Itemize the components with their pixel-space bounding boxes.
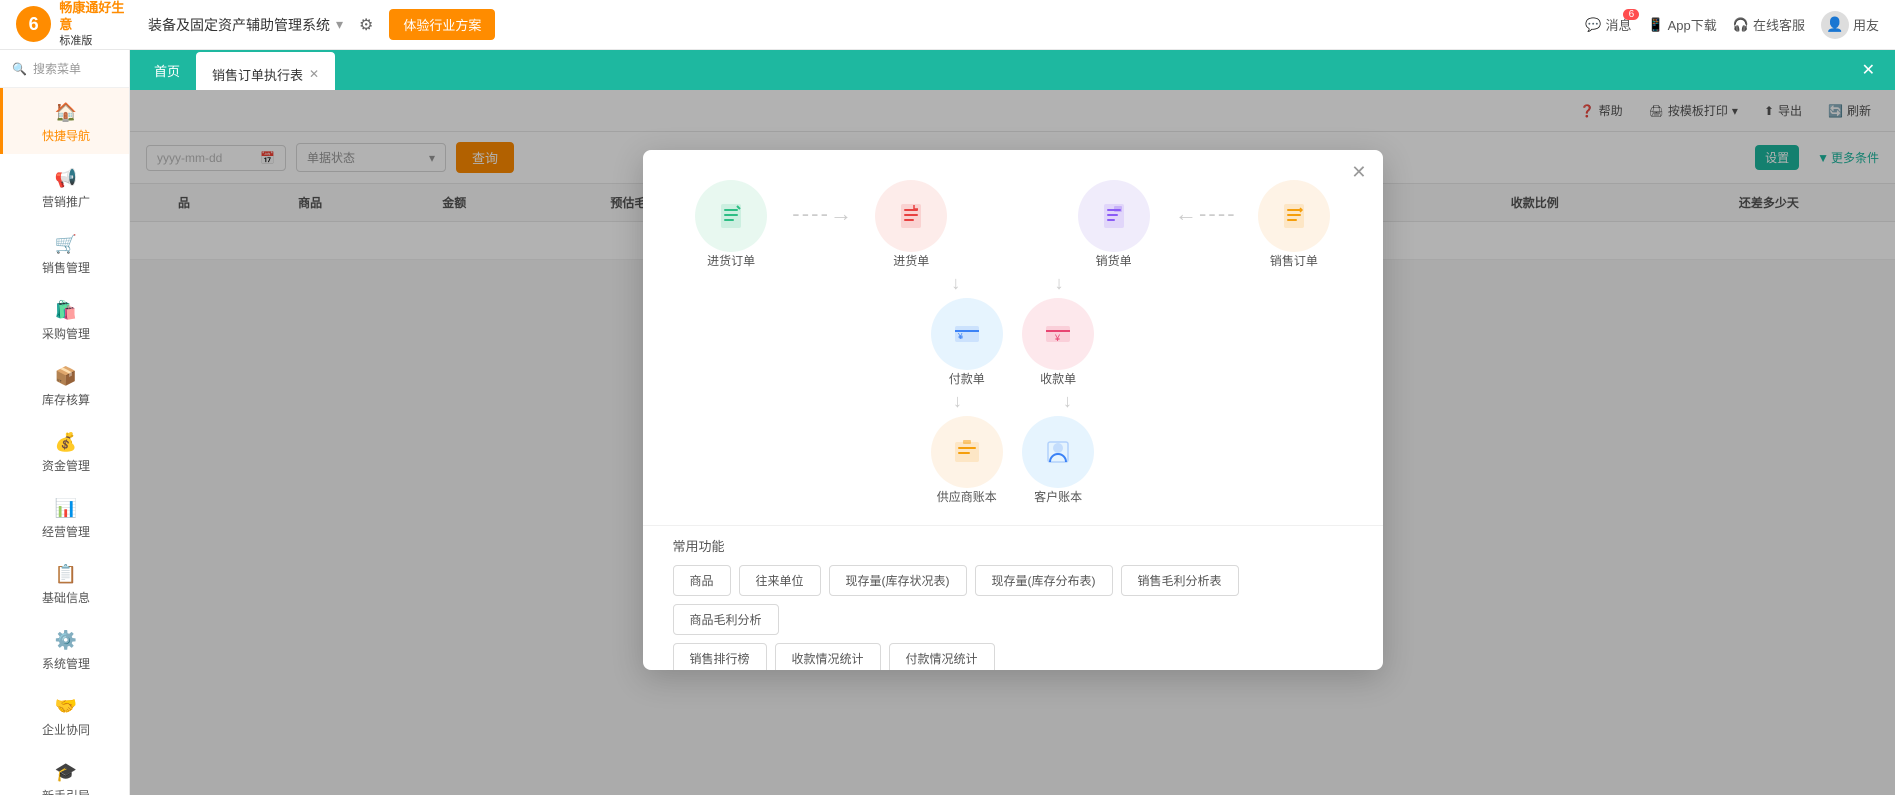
system-icon: ⚙️ bbox=[55, 630, 77, 651]
message-button[interactable]: 💬 消息 6 bbox=[1585, 15, 1631, 34]
svg-text:¥: ¥ bbox=[1054, 333, 1061, 343]
func-btn-collection-stats[interactable]: 收款情况统计 bbox=[775, 643, 881, 670]
logo-text: 畅康通好生意 标准版 bbox=[59, 0, 136, 48]
receipt-bill-icon: ¥ bbox=[1022, 298, 1094, 370]
headset-icon: 🎧 bbox=[1733, 17, 1749, 33]
func-buttons-row2: 销售排行榜 收款情况统计 付款情况统计 bbox=[673, 643, 1353, 670]
trial-button[interactable]: 体验行业方案 bbox=[389, 9, 495, 40]
home-icon: 🏠 bbox=[55, 102, 77, 123]
top-bar: 6 畅康通好生意 标准版 装备及固定资产辅助管理系统 ▾ ⚙ 体验行业方案 💬 … bbox=[0, 0, 1895, 50]
main-layout: 🔍 搜索菜单 🏠 快捷导航 📢 营销推广 🛒 销售管理 🛍️ 采购管理 📦 bbox=[0, 50, 1895, 795]
modal-overlay[interactable]: ✕ 进货订单 bbox=[130, 90, 1895, 795]
basic-info-icon: 📋 bbox=[55, 564, 77, 585]
common-functions-area: 常用功能 商品 往来单位 现存量(库存状况表) 现存量(库存分布表) 销售毛利分… bbox=[643, 525, 1383, 670]
sidebar: 🔍 搜索菜单 🏠 快捷导航 📢 营销推广 🛒 销售管理 🛍️ 采购管理 📦 bbox=[0, 50, 130, 795]
purchase-bill-icon bbox=[875, 180, 947, 252]
close-window-icon[interactable]: ✕ bbox=[1850, 60, 1887, 80]
sidebar-item-quick-nav[interactable]: 🏠 快捷导航 bbox=[0, 88, 129, 154]
message-icon: 💬 bbox=[1585, 17, 1601, 33]
tab-close-icon[interactable]: ✕ bbox=[309, 67, 319, 81]
sales-icon: 🛒 bbox=[55, 234, 77, 255]
finance-icon: 💰 bbox=[55, 432, 77, 453]
phone-icon: 📱 bbox=[1647, 17, 1663, 33]
content-area: 首页 销售订单执行表 ✕ ✕ ❓ 帮助 🖨 按模板打印 ▾ bbox=[130, 50, 1895, 795]
newbie-icon: 🎓 bbox=[55, 762, 77, 783]
payment-bill-icon: ¥ bbox=[931, 298, 1003, 370]
sidebar-item-purchase[interactable]: 🛍️ 采购管理 bbox=[0, 286, 129, 352]
sidebar-item-newbie[interactable]: 🎓 新手引导 bbox=[0, 748, 129, 795]
sidebar-item-marketing[interactable]: 📢 营销推广 bbox=[0, 154, 129, 220]
flow-node-receipt-bill[interactable]: ¥ 收款单 bbox=[1022, 298, 1094, 387]
avatar: 👤 bbox=[1821, 11, 1849, 39]
purchase-icon: 🛍️ bbox=[55, 300, 77, 321]
common-funcs-title: 常用功能 bbox=[673, 536, 1353, 555]
marketing-icon: 📢 bbox=[55, 168, 77, 189]
sales-order-icon bbox=[1258, 180, 1330, 252]
supplier-account-icon bbox=[931, 416, 1003, 488]
app-download-button[interactable]: 📱 App下载 bbox=[1647, 15, 1716, 34]
user-menu[interactable]: 👤 用友 bbox=[1821, 11, 1879, 39]
sidebar-item-system[interactable]: ⚙️ 系统管理 bbox=[0, 616, 129, 682]
flow-node-sales-bill[interactable]: 销货单 bbox=[1078, 180, 1150, 269]
purchase-order-icon bbox=[695, 180, 767, 252]
modal-close-icon[interactable]: ✕ bbox=[1351, 162, 1366, 183]
sidebar-item-sales[interactable]: 🛒 销售管理 bbox=[0, 220, 129, 286]
func-btn-sales-ranking[interactable]: 销售排行榜 bbox=[673, 643, 767, 670]
online-service-button[interactable]: 🎧 在线客服 bbox=[1733, 15, 1805, 34]
tab-sales-order-exec[interactable]: 销售订单执行表 ✕ bbox=[196, 52, 335, 92]
page-content: ❓ 帮助 🖨 按模板打印 ▾ ⬆ 导出 🔄 刷新 bbox=[130, 90, 1895, 795]
flow-node-sales-order[interactable]: 销售订单 bbox=[1258, 180, 1330, 269]
sidebar-item-finance[interactable]: 💰 资金管理 bbox=[0, 418, 129, 484]
flow-area: 进货订单 - - - - → 进货单 bbox=[643, 150, 1383, 525]
flow-node-purchase-bill[interactable]: 进货单 bbox=[875, 180, 947, 269]
enterprise-icon: 🤝 bbox=[55, 696, 77, 717]
func-btn-sales-margin[interactable]: 销售毛利分析表 bbox=[1121, 565, 1239, 596]
logo-icon: 6 bbox=[16, 6, 51, 42]
top-right-area: 💬 消息 6 📱 App下载 🎧 在线客服 👤 用友 bbox=[1585, 11, 1879, 39]
func-btn-product[interactable]: 商品 bbox=[673, 565, 731, 596]
settings-gear-icon[interactable]: ⚙ bbox=[355, 11, 377, 39]
sidebar-item-inventory[interactable]: 📦 库存核算 bbox=[0, 352, 129, 418]
tab-bar: 首页 销售订单执行表 ✕ ✕ bbox=[130, 50, 1895, 90]
flow-node-payment-bill[interactable]: ¥ 付款单 bbox=[931, 298, 1003, 387]
dropdown-icon[interactable]: ▾ bbox=[336, 16, 343, 33]
func-buttons-row1: 商品 往来单位 现存量(库存状况表) 现存量(库存分布表) 销售毛利分析表 商品… bbox=[673, 565, 1353, 635]
func-btn-product-margin[interactable]: 商品毛利分析 bbox=[673, 604, 779, 635]
customer-account-icon bbox=[1022, 416, 1094, 488]
svg-text:¥: ¥ bbox=[957, 332, 963, 341]
search-icon: 🔍 bbox=[12, 62, 27, 76]
logo-area: 6 畅康通好生意 标准版 bbox=[16, 0, 136, 48]
modal: ✕ 进货订单 bbox=[643, 150, 1383, 670]
func-btn-payment-stats[interactable]: 付款情况统计 bbox=[889, 643, 995, 670]
func-btn-inventory-status[interactable]: 现存量(库存状况表) bbox=[829, 565, 967, 596]
sidebar-search[interactable]: 🔍 搜索菜单 bbox=[0, 50, 129, 88]
func-btn-inventory-dist[interactable]: 现存量(库存分布表) bbox=[975, 565, 1113, 596]
sidebar-item-basic-info[interactable]: 📋 基础信息 bbox=[0, 550, 129, 616]
operations-icon: 📊 bbox=[55, 498, 77, 519]
sidebar-item-operations[interactable]: 📊 经营管理 bbox=[0, 484, 129, 550]
sidebar-item-enterprise[interactable]: 🤝 企业协同 bbox=[0, 682, 129, 748]
sidebar-nav: 🏠 快捷导航 📢 营销推广 🛒 销售管理 🛍️ 采购管理 📦 库存核算 💰 bbox=[0, 88, 129, 795]
flow-node-supplier-account[interactable]: 供应商账本 bbox=[931, 416, 1003, 505]
func-btn-counterparty[interactable]: 往来单位 bbox=[739, 565, 821, 596]
flow-node-customer-account[interactable]: 客户账本 bbox=[1022, 416, 1094, 505]
tab-home[interactable]: 首页 bbox=[138, 50, 196, 90]
flow-node-purchase-order[interactable]: 进货订单 bbox=[695, 180, 767, 269]
system-title: 装备及固定资产辅助管理系统 ▾ bbox=[148, 15, 343, 35]
inventory-icon: 📦 bbox=[55, 366, 77, 387]
sales-bill-icon bbox=[1078, 180, 1150, 252]
